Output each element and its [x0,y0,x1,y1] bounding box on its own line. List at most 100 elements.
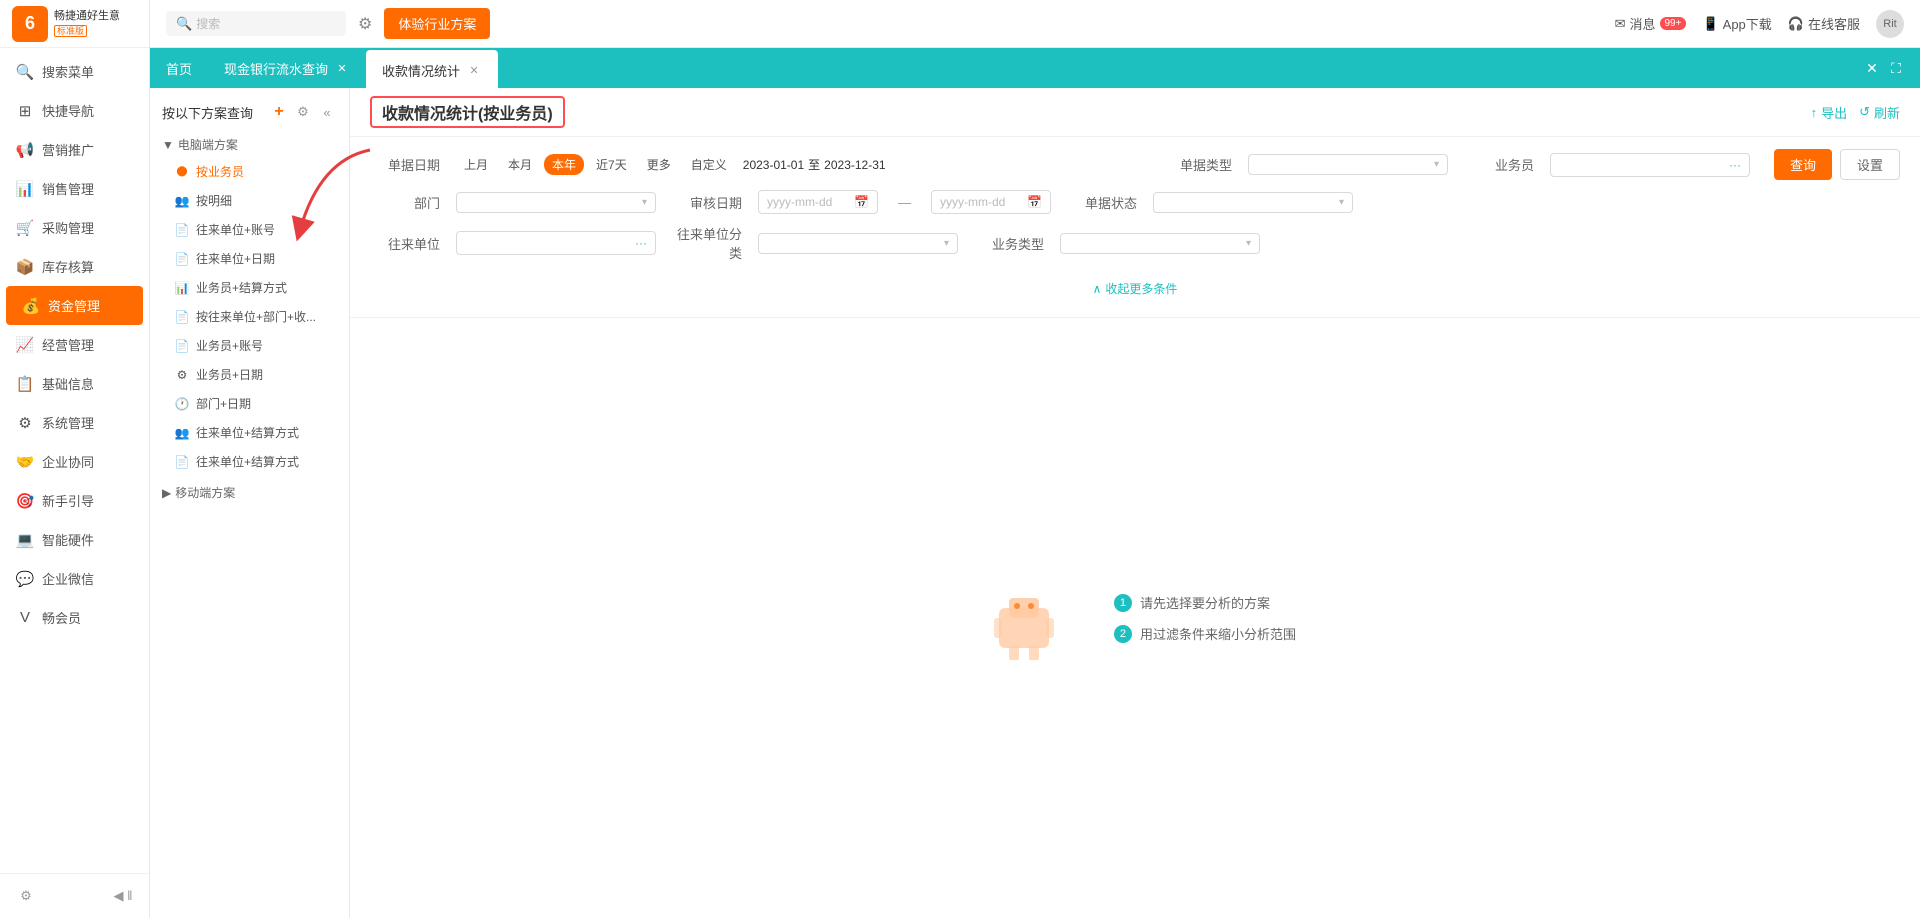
sidebar-item-purchase[interactable]: 🛒 采购管理 [0,208,149,247]
trial-btn[interactable]: 体验行业方案 [384,8,490,39]
app-download-btn[interactable]: 📱 App下载 [1702,14,1771,33]
sidebar-item-finance[interactable]: 💰 资金管理 [6,286,143,325]
date-tab-custom[interactable]: 自定义 [683,154,735,175]
doc-status-select[interactable]: ▾ [1153,192,1353,213]
sidebar-item-operation[interactable]: 📈 经营管理 [0,325,149,364]
calendar-icon2: 📅 [1027,195,1042,209]
sidebar-collapse-icon[interactable]: ◀ ‖ [113,886,133,906]
review-date-from[interactable]: yyyy-mm-dd 📅 [758,190,878,214]
query-btn[interactable]: 查询 [1774,149,1832,180]
guide-icon: 🎯 [16,492,34,510]
date-tab-this-year[interactable]: 本年 [544,154,584,175]
sidebar-item-member[interactable]: V 畅会员 [0,598,149,637]
logo-text: 畅捷通好生意 标准版 [54,9,120,38]
left-panel-header-btns: + ⚙ « [269,102,337,122]
topbar-search-box[interactable]: 🔍 搜索 [166,11,346,36]
tab-receipt-close[interactable]: ✕ [466,62,482,78]
dept-arrow: ▾ [642,197,647,208]
scheme-item-salesman-account[interactable]: 📄 业务员+账号 [150,331,349,360]
biz-type-select[interactable]: ▾ [1060,233,1260,254]
refresh-btn[interactable]: ↺ 刷新 [1859,103,1900,122]
collapse-bar[interactable]: ∧ 收起更多条件 [370,272,1900,305]
date-tab-7days[interactable]: 近7天 [588,154,635,175]
desktop-scheme-group: ▼ 电脑端方案 ⬤ 按业务员 👥 按明细 📄 往来单位+账号 📄 往来 [150,132,349,476]
scheme-item-detail[interactable]: 👥 按明细 [150,186,349,215]
user-avatar[interactable]: Rit [1876,10,1904,38]
tab-bank-close[interactable]: ✕ [334,60,350,76]
sidebar-item-sales[interactable]: 📊 销售管理 [0,169,149,208]
sidebar: 6 畅捷通好生意 标准版 🔍 搜索菜单 ⊞ 快捷导航 📢 营销推广 📊 销售管理… [0,0,150,918]
service-icon: 🎧 [1788,16,1804,32]
sidebar-item-system[interactable]: ⚙ 系统管理 [0,403,149,442]
review-date-to[interactable]: yyyy-mm-dd 📅 [931,190,1051,214]
topbar-actions: ✉ 消息 99+ 📱 App下载 🎧 在线客服 Rit [1615,10,1904,38]
scheme-item-partner-account[interactable]: 📄 往来单位+账号 [150,215,349,244]
partner-date-icon: 📄 [174,251,190,267]
doc-type-select[interactable]: ▾ [1248,154,1448,175]
detail-icon: 👥 [174,193,190,209]
dept-label: 部门 [370,193,440,212]
doc-status-arrow: ▾ [1339,197,1344,208]
topbar-settings-icon[interactable]: ⚙ [358,14,372,34]
salesman-settlement-icon: 📊 [174,280,190,296]
scheme-item-partner-date[interactable]: 📄 往来单位+日期 [150,244,349,273]
maximize-window-btn[interactable]: ⛶ [1888,60,1904,76]
scheme-item-salesman-settlement[interactable]: 📊 业务员+结算方式 [150,273,349,302]
scheme-item-dept-date[interactable]: 🕐 部门+日期 [150,389,349,418]
window-controls: ✕ ⛶ [1864,60,1920,76]
message-btn[interactable]: ✉ 消息 99+ [1615,14,1687,33]
scheme-item-partner-dept[interactable]: 📄 按往来单位+部门+收... [150,302,349,331]
desktop-scheme-header[interactable]: ▼ 电脑端方案 [150,132,349,157]
marketing-icon: 📢 [16,141,34,159]
scheme-item-partner-settlement2[interactable]: 📄 往来单位+结算方式 [150,447,349,476]
sidebar-item-stock[interactable]: 📦 库存核算 [0,247,149,286]
empty-step-2: 2 用过滤条件来缩小分析范围 [1114,624,1296,643]
doc-type-arrow: ▾ [1434,159,1439,170]
settings-btn[interactable]: 设置 [1840,149,1900,180]
sidebar-item-wechat[interactable]: 💬 企业微信 [0,559,149,598]
empty-state: 1 请先选择要分析的方案 2 用过滤条件来缩小分析范围 [350,318,1920,918]
calendar-icon: 📅 [854,195,869,209]
salesman-select[interactable]: ··· [1550,153,1750,177]
close-window-btn[interactable]: ✕ [1864,60,1880,76]
partner-settlement1-icon: 👥 [174,425,190,441]
scheme-item-salesman-date[interactable]: ⚙ 业务员+日期 [150,360,349,389]
sidebar-item-corp[interactable]: 🤝 企业协同 [0,442,149,481]
counterpart-select[interactable]: ··· [456,231,656,255]
date-tab-last-month[interactable]: 上月 [456,154,496,175]
add-scheme-btn[interactable]: + [269,102,289,122]
scheme-item-partner-settlement1[interactable]: 👥 往来单位+结算方式 [150,418,349,447]
sidebar-settings-icon[interactable]: ⚙ [16,886,36,906]
sidebar-item-guide[interactable]: 🎯 新手引导 [0,481,149,520]
counterpart-more-btn[interactable]: ··· [635,236,647,250]
tab-home[interactable]: 首页 [150,48,208,88]
scheme-item-salesman[interactable]: ⬤ 按业务员 [150,157,349,186]
counterpart-cat-select[interactable]: ▾ [758,233,958,254]
corp-icon: 🤝 [16,453,34,471]
sidebar-item-marketing[interactable]: 📢 营销推广 [0,130,149,169]
date-field: 上月 本月 本年 近7天 更多 自定义 2023-01-01 至 2023-12… [456,154,1146,175]
purchase-icon: 🛒 [16,219,34,237]
sidebar-item-search[interactable]: 🔍 搜索菜单 [0,52,149,91]
online-service-btn[interactable]: 🎧 在线客服 [1788,14,1860,33]
mobile-scheme-header[interactable]: ▶ 移动端方案 [150,480,349,505]
salesman-more-btn[interactable]: ··· [1729,158,1741,172]
sidebar-item-hardware[interactable]: 💻 智能硬件 [0,520,149,559]
search-row-1: 单据日期 上月 本月 本年 近7天 更多 自定义 2023-01-01 至 [370,149,1900,180]
sidebar-item-basic[interactable]: 📋 基础信息 [0,364,149,403]
counterpart-cat-arrow: ▾ [944,238,949,249]
date-tab-this-month[interactable]: 本月 [500,154,540,175]
tab-receipt[interactable]: 收款情况统计 ✕ [366,50,498,90]
sidebar-item-shortcut[interactable]: ⊞ 快捷导航 [0,91,149,130]
tab-bank[interactable]: 现金银行流水查询 ✕ [208,48,366,88]
hardware-icon: 💻 [16,531,34,549]
collapse-panel-btn[interactable]: « [317,102,337,122]
salesman-account-icon: 📄 [174,338,190,354]
page-header-actions: ↑ 导出 ↺ 刷新 [1811,103,1900,122]
mobile-group-arrow: ▶ [162,486,171,500]
scheme-settings-btn[interactable]: ⚙ [293,102,313,122]
date-tab-more[interactable]: 更多 [639,154,679,175]
export-btn[interactable]: ↑ 导出 [1811,103,1848,122]
dept-select[interactable]: ▾ [456,192,656,213]
date-range: 2023-01-01 至 2023-12-31 [743,156,886,173]
